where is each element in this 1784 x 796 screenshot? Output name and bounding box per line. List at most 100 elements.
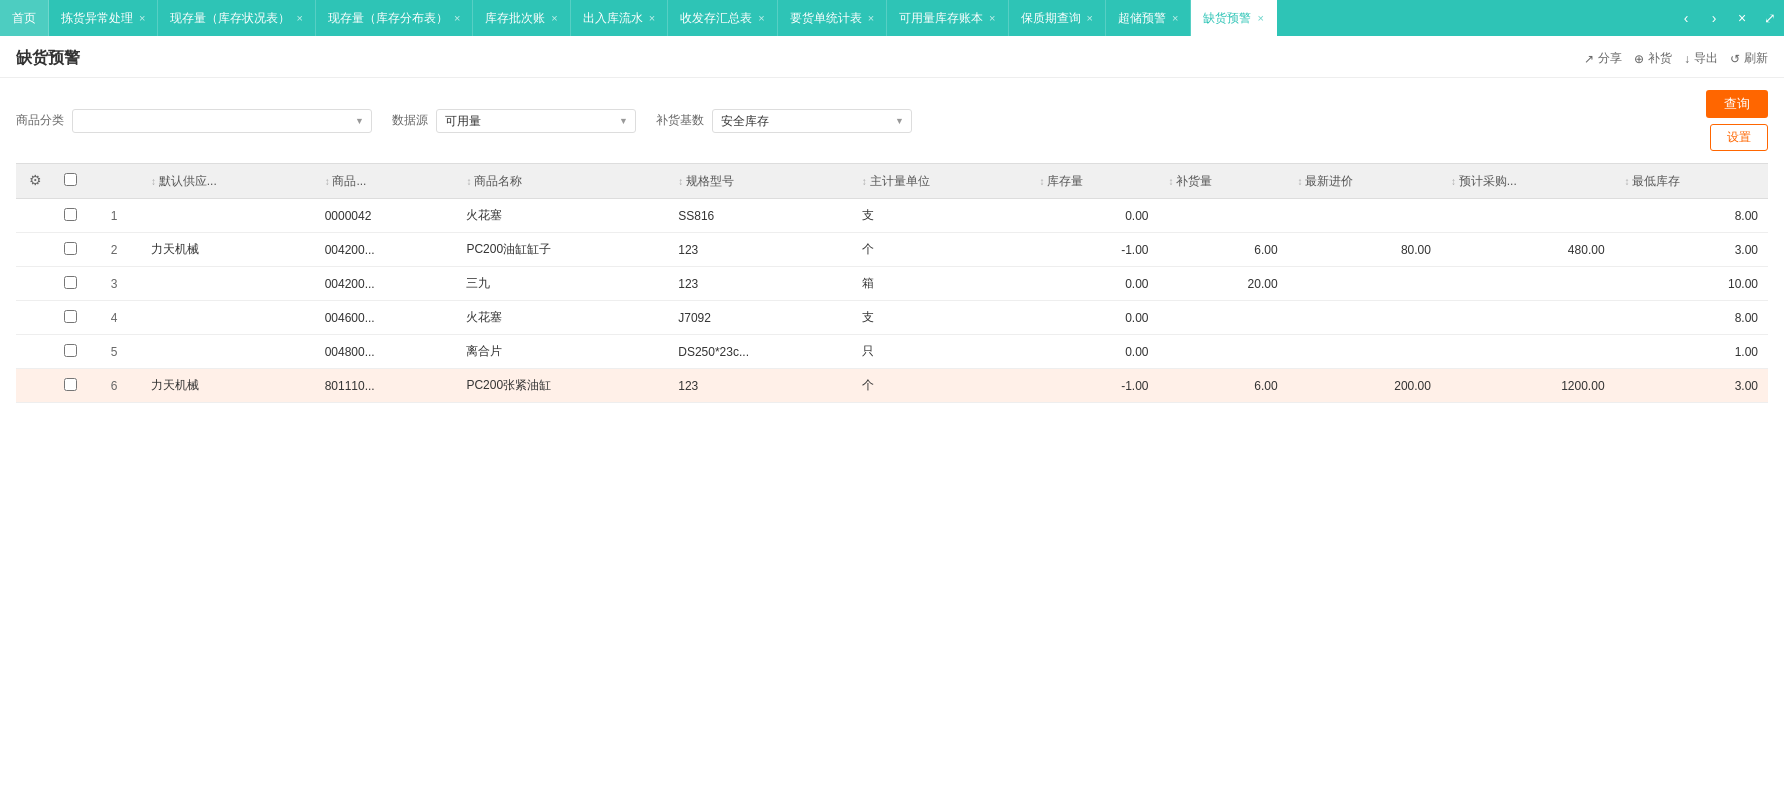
close-tab-6-icon[interactable]: × [758, 12, 764, 24]
close-tab-8-icon[interactable]: × [989, 12, 995, 24]
row-number: 5 [87, 335, 141, 369]
select-all-checkbox[interactable] [64, 173, 77, 186]
tab-home[interactable]: 首页 [0, 0, 49, 36]
row-gear-cell [16, 199, 54, 233]
filter-area: 商品分类 数据源 可用量 库存量 补货基数 安全库存 最低库存 [0, 78, 1784, 163]
datasource-label: 数据源 [392, 112, 428, 129]
row-spec: J7092 [668, 301, 852, 335]
export-icon: ↓ [1684, 52, 1690, 66]
export-button[interactable]: ↓ 导出 [1684, 50, 1718, 67]
close-tab-5-icon[interactable]: × [649, 12, 655, 24]
page-header: 缺货预警 ↗ 分享 ⊕ 补货 ↓ 导出 ↺ 刷新 [0, 36, 1784, 78]
close-tab-9-icon[interactable]: × [1087, 12, 1093, 24]
category-select[interactable] [72, 109, 372, 133]
tab-batch-account[interactable]: 库存批次账 × [473, 0, 570, 36]
table-row: 2 力天机械 004200... PC200油缸缸子 123 个 -1.00 6… [16, 233, 1768, 267]
table-row: 1 0000042 火花塞 SS816 支 0.00 8.00 [16, 199, 1768, 233]
row-est-purchase: 480.00 [1441, 233, 1615, 267]
col-spec[interactable]: 规格型号 [668, 164, 852, 199]
table-row: 5 004800... 离合片 DS250*23c... 只 0.00 1.00 [16, 335, 1768, 369]
row-checkbox-cell [54, 267, 87, 301]
col-replenish[interactable]: 补货量 [1159, 164, 1288, 199]
col-min-stock[interactable]: 最低库存 [1615, 164, 1768, 199]
close-tab-3-icon[interactable]: × [454, 12, 460, 24]
row-latest-price [1288, 267, 1441, 301]
col-latest-price[interactable]: 最新进价 [1288, 164, 1441, 199]
row-checkbox-cell [54, 233, 87, 267]
query-button[interactable]: 查询 [1706, 90, 1768, 118]
close-tab-7-icon[interactable]: × [868, 12, 874, 24]
close-tab-2-icon[interactable]: × [296, 12, 302, 24]
row-supplier: 力天机械 [141, 233, 315, 267]
row-checkbox[interactable] [64, 310, 77, 323]
replenish-icon: ⊕ [1634, 52, 1644, 66]
row-spec: 123 [668, 233, 852, 267]
row-checkbox[interactable] [64, 378, 77, 391]
close-tab-1-icon[interactable]: × [139, 12, 145, 24]
col-stock[interactable]: 库存量 [1029, 164, 1158, 199]
row-checkbox[interactable] [64, 276, 77, 289]
close-tab-11-icon[interactable]: × [1257, 12, 1263, 24]
category-select-wrapper [72, 109, 372, 133]
col-est-purchase[interactable]: 预计采购... [1441, 164, 1615, 199]
col-name[interactable]: 商品名称 [456, 164, 668, 199]
row-supplier [141, 335, 315, 369]
close-tab-10-icon[interactable]: × [1172, 12, 1178, 24]
col-code[interactable]: 商品... [315, 164, 457, 199]
table-row: 6 力天机械 801110... PC200张紧油缸 123 个 -1.00 6… [16, 369, 1768, 403]
row-min-stock: 10.00 [1615, 267, 1768, 301]
row-checkbox-cell [54, 301, 87, 335]
tab-next-button[interactable]: › [1700, 0, 1728, 36]
column-settings-icon[interactable]: ⚙ [26, 172, 44, 190]
tab-pick-exception[interactable]: 拣货异常处理 × [49, 0, 158, 36]
row-number: 3 [87, 267, 141, 301]
row-stock: 0.00 [1029, 335, 1158, 369]
replenish-base-select[interactable]: 安全库存 最低库存 [712, 109, 912, 133]
tab-order-stat[interactable]: 要货单统计表 × [778, 0, 887, 36]
tab-stock-dist[interactable]: 现存量（库存分布表） × [316, 0, 473, 36]
close-tab-4-icon[interactable]: × [551, 12, 557, 24]
refresh-button[interactable]: ↺ 刷新 [1730, 50, 1768, 67]
row-checkbox[interactable] [64, 242, 77, 255]
row-gear-cell [16, 335, 54, 369]
row-checkbox-cell [54, 335, 87, 369]
tab-prev-button[interactable]: ‹ [1672, 0, 1700, 36]
tab-summary[interactable]: 收发存汇总表 × [668, 0, 777, 36]
row-replenish: 6.00 [1159, 233, 1288, 267]
row-min-stock: 1.00 [1615, 335, 1768, 369]
row-code: 004200... [315, 267, 457, 301]
settings-button[interactable]: 设置 [1710, 124, 1768, 151]
row-replenish [1159, 301, 1288, 335]
tab-maximize-button[interactable]: ⤢ [1756, 0, 1784, 36]
replenish-button[interactable]: ⊕ 补货 [1634, 50, 1672, 67]
col-gear: ⚙ [16, 164, 54, 199]
row-checkbox[interactable] [64, 208, 77, 221]
col-checkbox [54, 164, 87, 199]
row-unit: 个 [852, 233, 1030, 267]
table-row: 4 004600... 火花塞 J7092 支 0.00 8.00 [16, 301, 1768, 335]
row-spec: DS250*23c... [668, 335, 852, 369]
row-supplier [141, 267, 315, 301]
tab-close-button[interactable]: × [1728, 0, 1756, 36]
col-no [87, 164, 141, 199]
row-unit: 支 [852, 301, 1030, 335]
row-unit: 支 [852, 199, 1030, 233]
row-name: 火花塞 [456, 199, 668, 233]
tab-stock-status[interactable]: 现存量（库存状况表） × [158, 0, 315, 36]
tab-flow[interactable]: 出入库流水 × [571, 0, 668, 36]
col-unit[interactable]: 主计量单位 [852, 164, 1030, 199]
tab-available-ledger[interactable]: 可用量库存账本 × [887, 0, 1008, 36]
row-supplier [141, 199, 315, 233]
col-supplier[interactable]: 默认供应... [141, 164, 315, 199]
tab-shortage[interactable]: 缺货预警 × [1191, 0, 1276, 36]
row-code: 004600... [315, 301, 457, 335]
share-button[interactable]: ↗ 分享 [1584, 50, 1622, 67]
tab-expiry-query[interactable]: 保质期查询 × [1009, 0, 1106, 36]
tab-overstock[interactable]: 超储预警 × [1106, 0, 1191, 36]
datasource-select[interactable]: 可用量 库存量 [436, 109, 636, 133]
row-supplier [141, 301, 315, 335]
row-name: PC200张紧油缸 [456, 369, 668, 403]
row-checkbox[interactable] [64, 344, 77, 357]
row-unit: 箱 [852, 267, 1030, 301]
share-icon: ↗ [1584, 52, 1594, 66]
